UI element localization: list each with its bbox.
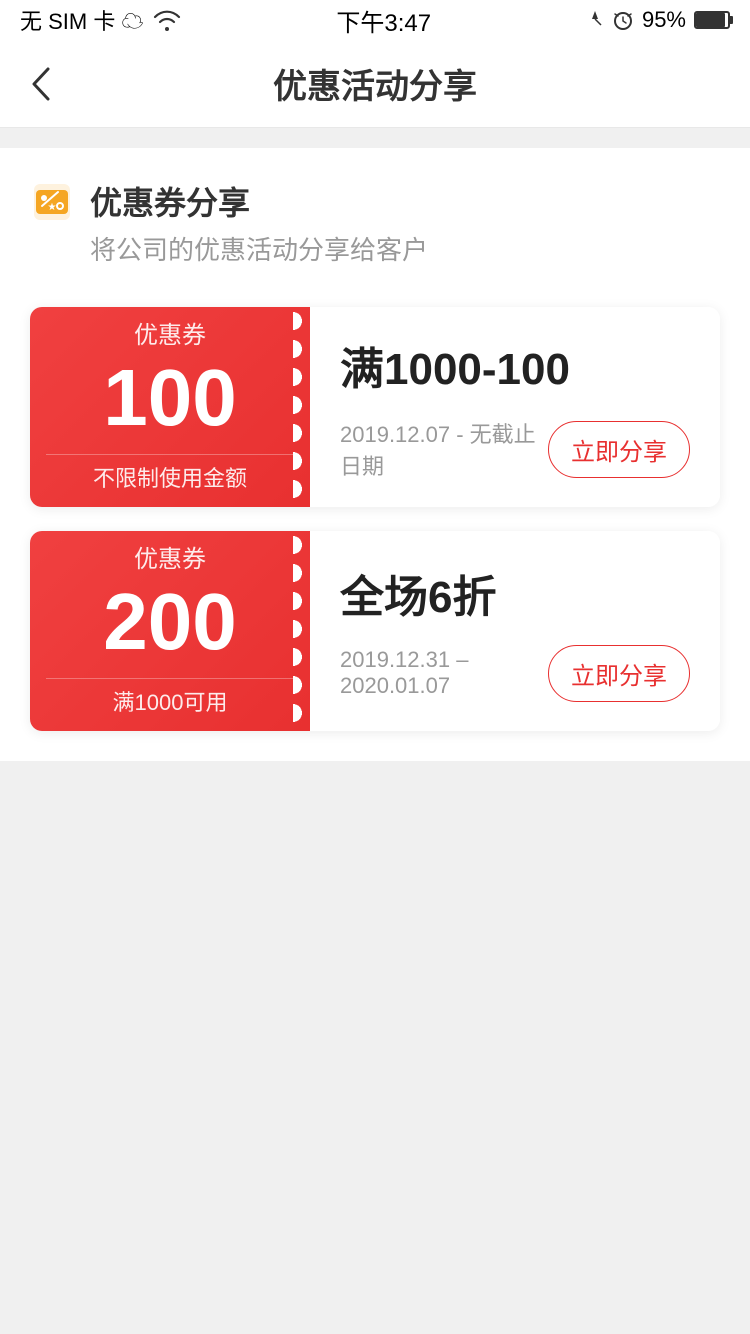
sim-status: 无 SIM 卡 ☁ (20, 4, 143, 36)
wifi-icon (153, 9, 181, 31)
section-subtitle: 将公司的优惠活动分享给客户 (90, 230, 428, 267)
back-button[interactable] (30, 65, 52, 103)
share-button-2[interactable]: 立即分享 (548, 645, 690, 702)
location-icon (586, 9, 604, 31)
share-button-1[interactable]: 立即分享 (548, 421, 690, 478)
svg-text:★: ★ (48, 202, 57, 213)
coupon-date-2: 2019.12.31 – 2020.01.07 (340, 647, 548, 699)
coupon-left-2: 优惠券 200 满1000可用 (30, 531, 310, 731)
alarm-icon (612, 9, 634, 31)
coupon-label-1: 优惠券 (134, 315, 206, 350)
status-time: 下午3:47 (336, 3, 431, 38)
section-title: 优惠券分享 (90, 178, 428, 224)
bottom-empty-area (0, 761, 750, 1321)
coupon-condition-1: 不限制使用金额 (46, 454, 294, 499)
coupon-footer-2: 2019.12.31 – 2020.01.07 立即分享 (340, 645, 690, 702)
coupon-name-1: 满1000-100 (340, 333, 690, 397)
battery-icon (694, 11, 730, 29)
nav-bar: 优惠活动分享 (0, 40, 750, 128)
coupon-right-2: 全场6折 2019.12.31 – 2020.01.07 立即分享 (310, 531, 720, 731)
section-header: ★ 优惠券分享 将公司的优惠活动分享给客户 (0, 148, 750, 287)
coupon-left-1: 优惠券 100 不限制使用金额 (30, 307, 310, 507)
page-title: 优惠活动分享 (273, 59, 477, 108)
battery-percent: 95% (642, 7, 686, 33)
coupon-date-1: 2019.12.07 - 无截止日期 (340, 417, 548, 481)
coupon-name-2: 全场6折 (340, 561, 690, 625)
coupon-card-1: 优惠券 100 不限制使用金额 满1000-100 2019.12.07 - 无… (30, 307, 720, 507)
coupon-footer-1: 2019.12.07 - 无截止日期 立即分享 (340, 417, 690, 481)
coupon-amount-2: 200 (103, 582, 236, 662)
coupon-card-2: 优惠券 200 满1000可用 全场6折 2019.12.31 – 2020.0… (30, 531, 720, 731)
top-divider (0, 128, 750, 148)
coupon-amount-1: 100 (103, 358, 236, 438)
coupons-list: 优惠券 100 不限制使用金额 满1000-100 2019.12.07 - 无… (0, 287, 750, 761)
status-left: 无 SIM 卡 ☁ (20, 4, 181, 36)
status-right: 95% (586, 7, 730, 33)
coupon-share-icon: ★ (30, 180, 74, 224)
coupon-right-1: 满1000-100 2019.12.07 - 无截止日期 立即分享 (310, 307, 720, 507)
coupon-label-2: 优惠券 (134, 539, 206, 574)
section-text: 优惠券分享 将公司的优惠活动分享给客户 (90, 178, 428, 267)
status-bar: 无 SIM 卡 ☁ 下午3:47 95% (0, 0, 750, 40)
coupon-condition-2: 满1000可用 (46, 678, 294, 723)
